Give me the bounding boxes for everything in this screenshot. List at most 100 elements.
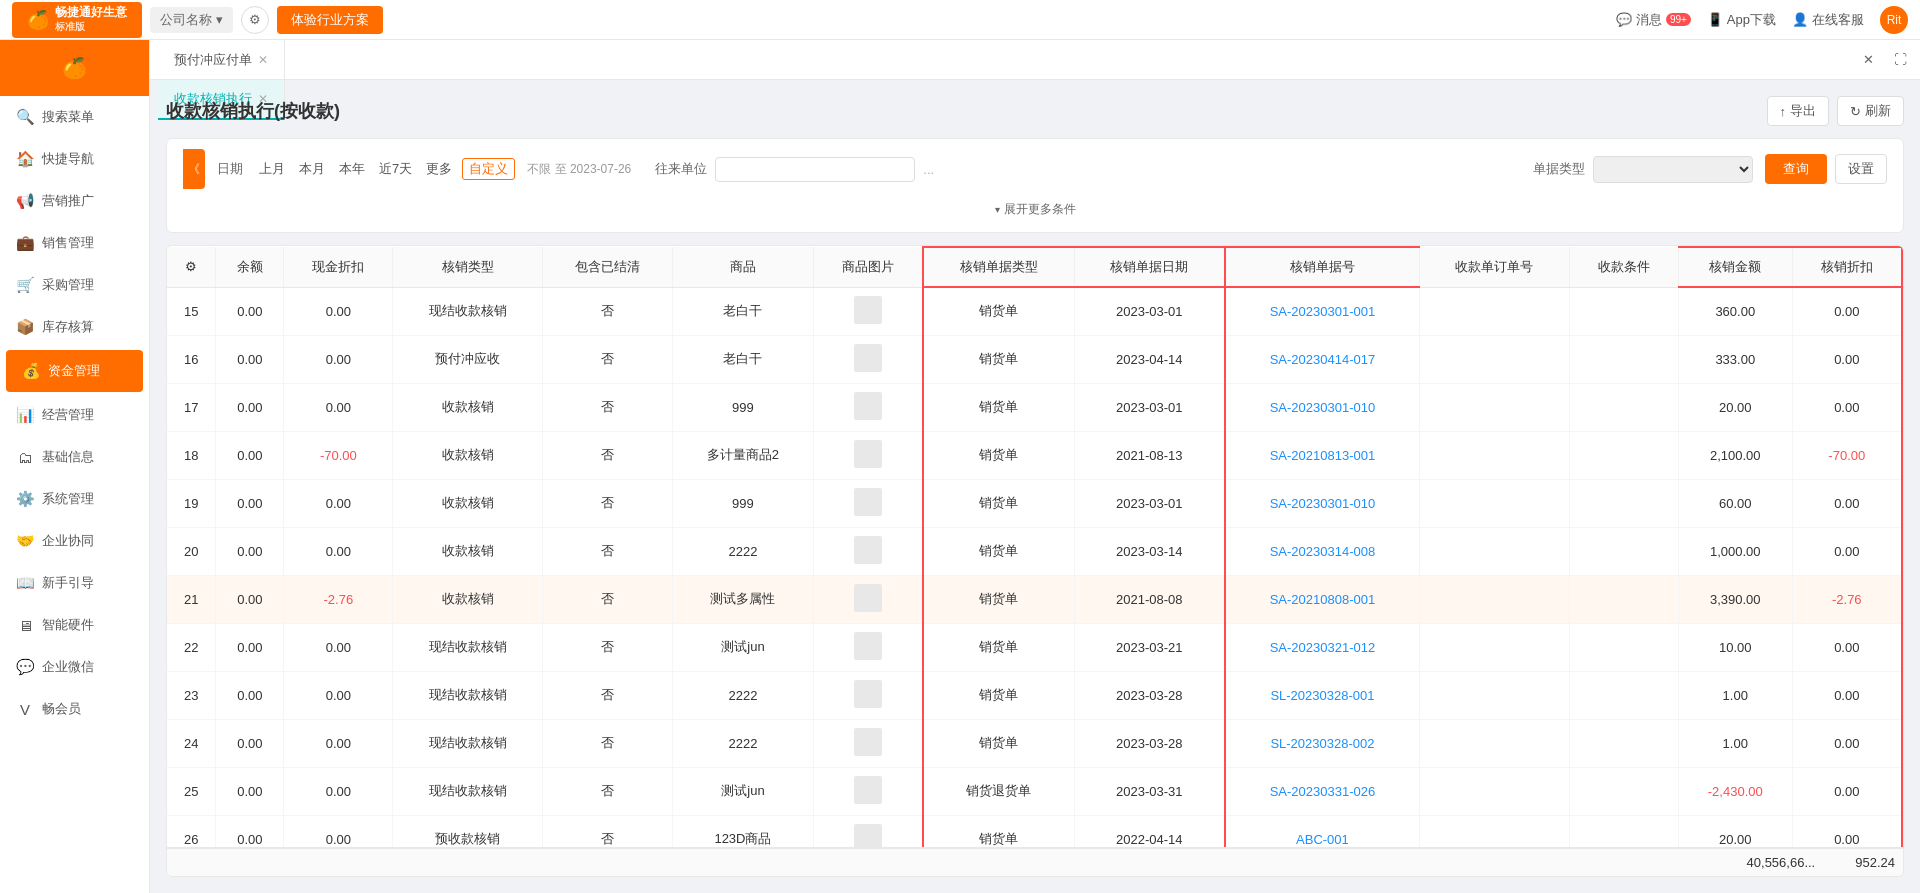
- cell-bill-no[interactable]: SA-20210808-001: [1225, 575, 1419, 623]
- cell-bill-no[interactable]: SA-20230414-017: [1225, 335, 1419, 383]
- cell-bill-no[interactable]: SL-20230328-001: [1225, 671, 1419, 719]
- cell-verify-amount: 10.00: [1678, 623, 1792, 671]
- sidebar-item-member[interactable]: V畅会员: [0, 688, 149, 730]
- query-button[interactable]: 查询: [1765, 154, 1827, 184]
- cell-goods-img: [813, 383, 923, 431]
- sidebar-item-inventory[interactable]: 📦库存核算: [0, 306, 149, 348]
- last-month-btn[interactable]: 上月: [255, 158, 289, 180]
- bill-no-link[interactable]: SA-20230331-026: [1270, 784, 1376, 799]
- settings-icon[interactable]: ⚙: [241, 6, 269, 34]
- col-bill-date: 核销单据日期: [1074, 247, 1225, 287]
- service-icon: 👤: [1792, 12, 1808, 27]
- col-verify-type: 核销类型: [393, 247, 543, 287]
- sidebar-icon-inventory: 📦: [16, 318, 34, 336]
- online-service-button[interactable]: 👤 在线客服: [1792, 11, 1864, 29]
- cell-cash-discount: 0.00: [284, 767, 393, 815]
- cell-verify-amount: 1.00: [1678, 671, 1792, 719]
- partner-input[interactable]: [715, 157, 915, 182]
- user-avatar[interactable]: Rit: [1880, 6, 1908, 34]
- tab-prepay[interactable]: 预付冲应付单✕: [158, 40, 285, 80]
- bill-no-link[interactable]: SA-20230301-001: [1270, 304, 1376, 319]
- tab-bar-actions: ✕ ⛶: [1856, 48, 1912, 72]
- sidebar-label-nav: 快捷导航: [42, 150, 94, 168]
- bill-no-link[interactable]: SL-20230328-001: [1270, 688, 1374, 703]
- data-table-container: ⚙ 余额 现金折扣 核销类型 包含已结清 商品 商品图片 核销单据类型 核销单据…: [166, 245, 1904, 877]
- sidebar-item-wechat[interactable]: 💬企业微信: [0, 646, 149, 688]
- cell-bill-no[interactable]: SA-20210813-001: [1225, 431, 1419, 479]
- cell-verify-amount: 1.00: [1678, 719, 1792, 767]
- sidebar-item-guide[interactable]: 📖新手引导: [0, 562, 149, 604]
- online-service-label: 在线客服: [1812, 11, 1864, 29]
- sidebar-icon-sales: 💼: [16, 234, 34, 252]
- sidebar-item-marketing[interactable]: 📢营销推广: [0, 180, 149, 222]
- refresh-button[interactable]: ↻ 刷新: [1837, 96, 1904, 126]
- sidebar-item-nav[interactable]: 🏠快捷导航: [0, 138, 149, 180]
- cell-include-cleared: 否: [543, 335, 673, 383]
- cell-bill-type: 销货单: [923, 671, 1074, 719]
- cell-bill-no[interactable]: SA-20230321-012: [1225, 623, 1419, 671]
- sidebar-item-operation[interactable]: 📊经营管理: [0, 394, 149, 436]
- col-verify-discount: 核销折扣: [1792, 247, 1902, 287]
- bill-no-link[interactable]: SA-20210813-001: [1270, 448, 1376, 463]
- expand-more-btn[interactable]: ▾ 展开更多条件: [183, 197, 1887, 222]
- export-button[interactable]: ↑ 导出: [1767, 96, 1830, 126]
- bill-no-link[interactable]: SA-20230414-017: [1270, 352, 1376, 367]
- cell-cash-discount: 0.00: [284, 815, 393, 847]
- cell-verify-amount: 3,390.00: [1678, 575, 1792, 623]
- verify-discount-total: 952.24: [1855, 855, 1895, 870]
- bill-no-link[interactable]: SA-20210808-001: [1270, 592, 1376, 607]
- solution-button[interactable]: 体验行业方案: [277, 6, 383, 34]
- col-receipt-cond: 收款条件: [1569, 247, 1678, 287]
- msg-label: 消息: [1636, 11, 1662, 29]
- cell-cash-discount: 0.00: [284, 671, 393, 719]
- table-row: 18 0.00 -70.00 收款核销 否 多计量商品2 销货单 2021-08…: [167, 431, 1902, 479]
- bill-no-link[interactable]: ABC-001: [1296, 832, 1349, 847]
- cell-bill-no[interactable]: ABC-001: [1225, 815, 1419, 847]
- custom-date-btn[interactable]: 自定义: [462, 158, 515, 180]
- more-dates-btn[interactable]: 更多: [422, 158, 456, 180]
- bill-no-link[interactable]: SA-20230314-008: [1270, 544, 1376, 559]
- cell-verify-amount: 2,100.00: [1678, 431, 1792, 479]
- close-tab-button[interactable]: ✕: [1856, 48, 1880, 72]
- sidebar-item-system[interactable]: ⚙️系统管理: [0, 478, 149, 520]
- cell-bill-no[interactable]: SA-20230331-026: [1225, 767, 1419, 815]
- filter-settings-button[interactable]: 设置: [1835, 154, 1887, 184]
- cell-bill-no[interactable]: SL-20230328-002: [1225, 719, 1419, 767]
- cell-balance: 0.00: [216, 527, 284, 575]
- doc-type-select[interactable]: [1593, 156, 1753, 183]
- tab-close-prepay[interactable]: ✕: [258, 53, 268, 67]
- app-download-button[interactable]: 📱 App下载: [1707, 11, 1776, 29]
- last-7-days-btn[interactable]: 近7天: [375, 158, 416, 180]
- sidebar-label-sales: 销售管理: [42, 234, 94, 252]
- cell-verify-type: 现结收款核销: [393, 287, 543, 335]
- sidebar-item-basic[interactable]: 🗂基础信息: [0, 436, 149, 478]
- this-month-btn[interactable]: 本月: [295, 158, 329, 180]
- sidebar-item-purchase[interactable]: 🛒采购管理: [0, 264, 149, 306]
- table-scroll-area[interactable]: ⚙ 余额 现金折扣 核销类型 包含已结清 商品 商品图片 核销单据类型 核销单据…: [167, 246, 1903, 847]
- cell-bill-no[interactable]: SA-20230301-010: [1225, 383, 1419, 431]
- cell-bill-no[interactable]: SA-20230301-010: [1225, 479, 1419, 527]
- bill-no-link[interactable]: SA-20230301-010: [1270, 400, 1376, 415]
- sidebar-item-hardware[interactable]: 🖥智能硬件: [0, 604, 149, 646]
- bill-no-link[interactable]: SA-20230301-010: [1270, 496, 1376, 511]
- cell-bill-date: 2023-03-01: [1074, 287, 1225, 335]
- collapse-button[interactable]: 《: [183, 149, 205, 189]
- table-row: 20 0.00 0.00 收款核销 否 2222 销货单 2023-03-14 …: [167, 527, 1902, 575]
- bill-no-link[interactable]: SL-20230328-002: [1270, 736, 1374, 751]
- sidebar-item-corp[interactable]: 🤝企业协同: [0, 520, 149, 562]
- sidebar-item-sales[interactable]: 💼 销售管理: [0, 222, 149, 264]
- cell-bill-no[interactable]: SA-20230314-008: [1225, 527, 1419, 575]
- sidebar-icon-system: ⚙️: [16, 490, 34, 508]
- message-button[interactable]: 💬 消息 99+: [1616, 11, 1691, 29]
- bill-no-link[interactable]: SA-20230321-012: [1270, 640, 1376, 655]
- company-selector[interactable]: 公司名称 ▾: [150, 7, 233, 33]
- cell-verify-amount: -2,430.00: [1678, 767, 1792, 815]
- sidebar-item-search[interactable]: 🔍搜索菜单: [0, 96, 149, 138]
- cell-include-cleared: 否: [543, 575, 673, 623]
- cell-include-cleared: 否: [543, 623, 673, 671]
- sidebar-item-finance[interactable]: 💰资金管理: [6, 350, 143, 392]
- cell-bill-no[interactable]: SA-20230301-001: [1225, 287, 1419, 335]
- partner-ellipsis-btn[interactable]: ...: [923, 162, 934, 177]
- this-year-btn[interactable]: 本年: [335, 158, 369, 180]
- maximize-button[interactable]: ⛶: [1888, 48, 1912, 72]
